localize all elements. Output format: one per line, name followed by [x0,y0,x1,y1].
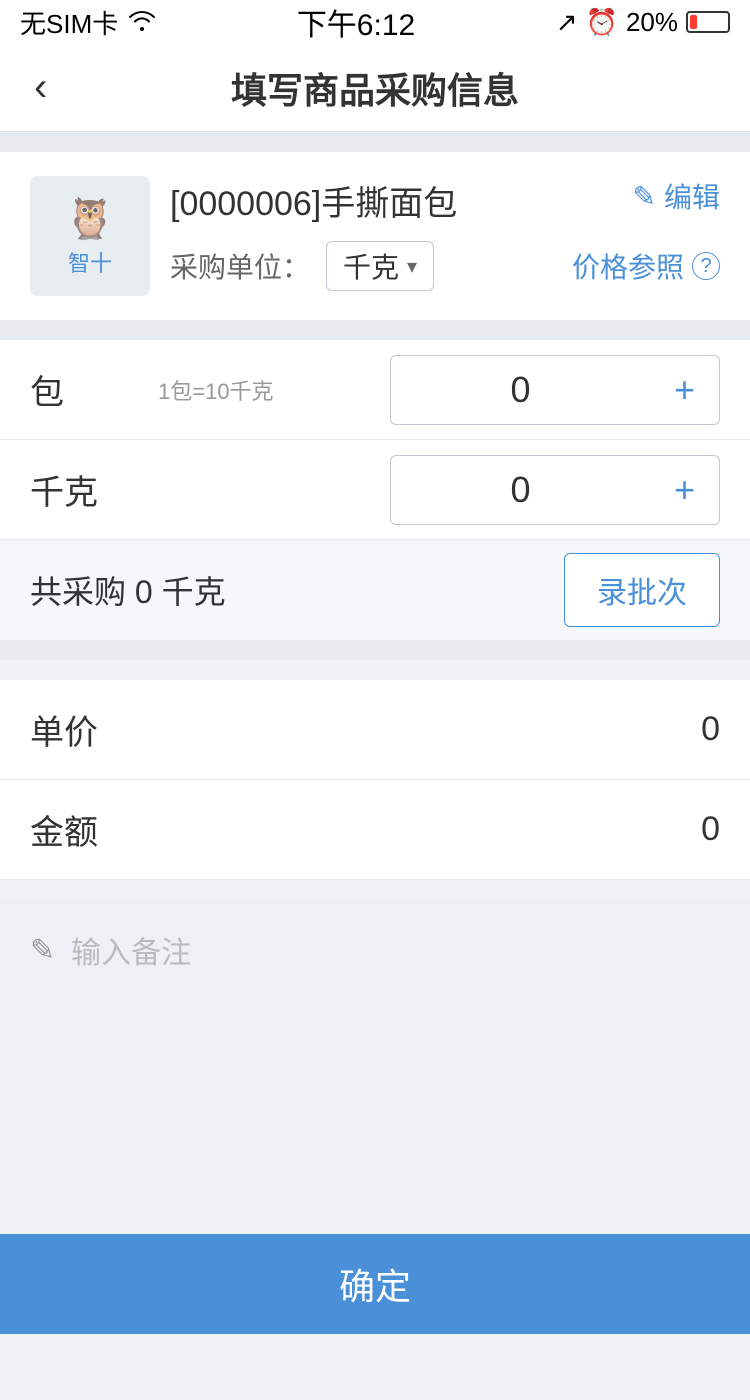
status-right: ↗ ⏰ 20% [556,7,730,38]
record-batch-button[interactable]: 录批次 [564,553,720,627]
confirm-button[interactable]: 确定 [0,1234,750,1334]
nav-bar: ‹ 填写商品采购信息 [0,44,750,132]
owl-icon: 🦉 [65,195,115,242]
amount-value: 0 [701,810,720,849]
price-divider [0,640,750,660]
carrier-text: 无SIM卡 [20,4,118,41]
form-section: 包 1包=10千克 + 千克 + [0,340,750,540]
total-text: 共采购 0 千克 [30,567,226,613]
edit-button[interactable]: ✎ 编辑 [633,176,720,216]
price-reference-button[interactable]: 价格参照 ? [572,246,720,286]
page-title: 填写商品采购信息 [231,62,519,114]
status-bar: 无SIM卡 下午6:12 ↗ ⏰ 20% [0,0,750,44]
package-sub-label: 1包=10千克 [158,374,274,406]
status-left: 无SIM卡 [20,4,156,41]
package-input-area: + [274,355,720,425]
kg-label: 千克 [30,465,150,514]
back-button[interactable]: ‹ [24,55,57,120]
unit-selector[interactable]: 千克 ▾ [326,241,434,291]
unit-price-row: 单价 0 [0,680,750,780]
total-value: 0 [135,574,153,610]
product-name: [0000006]手撕面包 [170,176,457,225]
battery-icon [686,11,730,33]
product-info: [0000006]手撕面包 ✎ 编辑 采购单位： 千克 ▾ 价格参照 ? [170,176,720,291]
dropdown-arrow-icon: ▾ [407,254,417,279]
amount-row: 金额 0 [0,780,750,880]
status-time: 下午6:12 [297,0,415,44]
mid-divider [0,320,750,340]
amount-label: 金额 [30,805,98,854]
package-row: 包 1包=10千克 + [0,340,750,440]
top-divider [0,132,750,152]
remark-placeholder: 输入备注 [71,928,191,972]
unit-price-label: 单价 [30,705,98,754]
price-section: 单价 0 金额 0 [0,680,750,880]
total-unit: 千克 [162,574,226,610]
confirm-button-label: 确定 [339,1258,411,1310]
bottom-spacer [0,1000,750,1400]
battery-percent: 20% [626,7,678,38]
remark-section[interactable]: ✎ 输入备注 [0,900,750,1000]
unit-label: 采购单位： [170,246,310,286]
package-input[interactable] [390,355,650,425]
brand-text: 智十 [68,246,112,278]
pencil-icon: ✎ [30,933,55,968]
product-card: 🦉 智十 [0000006]手撕面包 ✎ 编辑 采购单位： 千克 ▾ 价格参照 [0,152,750,320]
package-label: 包 [30,365,150,414]
unit-price-value: 0 [701,710,720,749]
location-icon: ↗ [556,7,578,38]
kg-row: 千克 + [0,440,750,540]
kg-plus-button[interactable]: + [650,455,720,525]
help-icon: ? [692,252,720,280]
total-row: 共采购 0 千克 录批次 [0,540,750,640]
package-plus-button[interactable]: + [650,355,720,425]
wifi-icon [128,7,156,38]
kg-input-area: + [150,455,720,525]
edit-icon: ✎ [633,180,656,213]
kg-input[interactable] [390,455,650,525]
alarm-icon: ⏰ [586,7,618,38]
product-image: 🦉 智十 [30,176,150,296]
